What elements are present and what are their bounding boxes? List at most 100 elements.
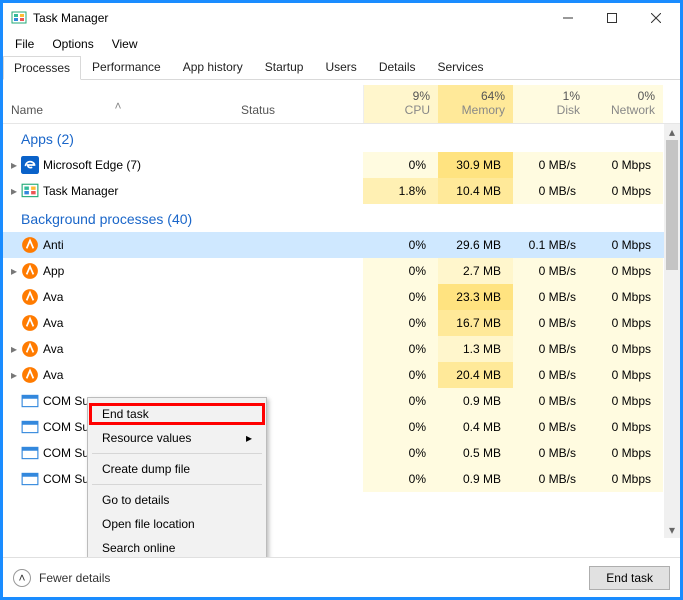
col-network[interactable]: 0% Network [588,85,663,123]
ctx-end-task-label: End task [102,407,149,421]
process-name: App [43,264,64,278]
disk-value: 0 MB/s [513,152,588,178]
scroll-down-icon[interactable]: ▾ [664,522,680,538]
ctx-end-task[interactable]: End task [88,402,266,426]
expand-icon[interactable]: ▸ [7,342,21,356]
tab-processes[interactable]: Processes [3,56,81,80]
end-task-button[interactable]: End task [589,566,670,590]
chevron-up-circle-icon: ˄ [13,569,31,587]
col-name[interactable]: ˄ Name [3,99,233,123]
process-icon [21,445,39,461]
fewer-details-button[interactable]: ˄ Fewer details [13,569,110,587]
ctx-go-details-label: Go to details [102,493,169,507]
group-title: Apps (2) [7,124,82,153]
close-button[interactable] [634,4,678,32]
memory-value: 0.9 MB [438,466,513,492]
table-row[interactable]: ▸Ava0%20.4 MB0 MB/s0 Mbps [3,362,680,388]
col-name-label: Name [11,103,43,117]
table-row[interactable]: Ava0%16.7 MB0 MB/s0 Mbps [3,310,680,336]
col-disk[interactable]: 1% Disk [513,85,588,123]
tab-startup[interactable]: Startup [254,55,315,79]
process-name: Ava [43,368,63,382]
process-name: Microsoft Edge (7) [43,158,141,172]
disk-value: 0 MB/s [513,466,588,492]
submenu-arrow-icon: ▸ [246,431,252,445]
process-icon [21,341,39,357]
process-icon [21,471,39,487]
disk-value: 0 MB/s [513,440,588,466]
scroll-thumb[interactable] [666,140,678,270]
group-header-apps[interactable]: Apps (2) [3,124,680,152]
network-value: 0 Mbps [588,152,663,178]
disk-value: 0 MB/s [513,388,588,414]
group-header-background[interactable]: Background processes (40) [3,204,680,232]
expand-icon[interactable]: ▸ [7,158,21,172]
tab-performance[interactable]: Performance [81,55,172,79]
cpu-value: 0% [363,152,438,178]
tab-app-history[interactable]: App history [172,55,254,79]
ctx-create-dump[interactable]: Create dump file [88,457,266,481]
process-icon [21,367,39,383]
memory-value: 2.7 MB [438,258,513,284]
disk-value: 0 MB/s [513,258,588,284]
fewer-details-label: Fewer details [39,571,110,585]
col-cpu[interactable]: 9% CPU [363,85,438,123]
memory-value: 0.4 MB [438,414,513,440]
cpu-value: 1.8% [363,178,438,204]
table-row[interactable]: ▸Ava0%1.3 MB0 MB/s0 Mbps [3,336,680,362]
menu-view[interactable]: View [104,35,146,53]
process-icon [21,183,39,199]
col-mem-pct: 64% [481,89,505,103]
expand-icon[interactable]: ▸ [7,184,21,198]
table-row[interactable]: ▸App0%2.7 MB0 MB/s0 Mbps [3,258,680,284]
disk-value: 0 MB/s [513,336,588,362]
table-row[interactable]: ▸ Microsoft Edge (7) 0%30.9 MB0 MB/s0 Mbps [3,152,680,178]
process-name: Ava [43,290,63,304]
tab-services[interactable]: Services [427,55,495,79]
network-value: 0 Mbps [588,232,663,258]
network-value: 0 Mbps [588,258,663,284]
col-net-label: Network [611,103,655,117]
table-row[interactable]: Anti0%29.6 MB0.1 MB/s0 Mbps [3,232,680,258]
disk-value: 0.1 MB/s [513,232,588,258]
ctx-go-details[interactable]: Go to details [88,488,266,512]
col-mem-label: Memory [462,103,505,117]
col-disk-label: Disk [557,103,580,117]
network-value: 0 Mbps [588,284,663,310]
menubar: File Options View [3,33,680,55]
menu-file[interactable]: File [7,35,42,53]
menu-options[interactable]: Options [44,35,101,53]
tab-bar: ProcessesPerformanceApp historyStartupUs… [3,55,680,80]
tab-users[interactable]: Users [314,55,367,79]
ctx-open-location[interactable]: Open file location [88,512,266,536]
expand-icon[interactable]: ▸ [7,368,21,382]
ctx-resource-values[interactable]: Resource values▸ [88,426,266,450]
cpu-value: 0% [363,310,438,336]
expand-icon[interactable]: ▸ [7,264,21,278]
col-memory[interactable]: 64% Memory [438,85,513,123]
cpu-value: 0% [363,362,438,388]
memory-value: 30.9 MB [438,152,513,178]
ctx-separator [92,484,262,485]
process-list[interactable]: Apps (2)▸Microsoft Edge (7)0%30.9 MB0 MB… [3,124,680,557]
network-value: 0 Mbps [588,310,663,336]
cpu-value: 0% [363,388,438,414]
memory-value: 16.7 MB [438,310,513,336]
table-row[interactable]: ▸Task Manager1.8%10.4 MB0 MB/s0 Mbps [3,178,680,204]
ctx-search-online[interactable]: Search online [88,536,266,557]
memory-value: 10.4 MB [438,178,513,204]
network-value: 0 Mbps [588,362,663,388]
cpu-value: 0% [363,284,438,310]
process-icon [21,157,39,173]
scroll-up-icon[interactable]: ▴ [664,124,680,140]
titlebar[interactable]: Task Manager [3,3,680,33]
maximize-button[interactable] [590,4,634,32]
col-status[interactable]: Status [233,99,363,123]
cpu-value: 0% [363,232,438,258]
tab-details[interactable]: Details [368,55,427,79]
sort-indicator-icon: ˄ [114,99,121,113]
minimize-button[interactable] [546,4,590,32]
scrollbar[interactable]: ▴ ▾ [664,124,680,538]
table-row[interactable]: Ava0%23.3 MB0 MB/s0 Mbps [3,284,680,310]
app-icon [11,10,27,26]
